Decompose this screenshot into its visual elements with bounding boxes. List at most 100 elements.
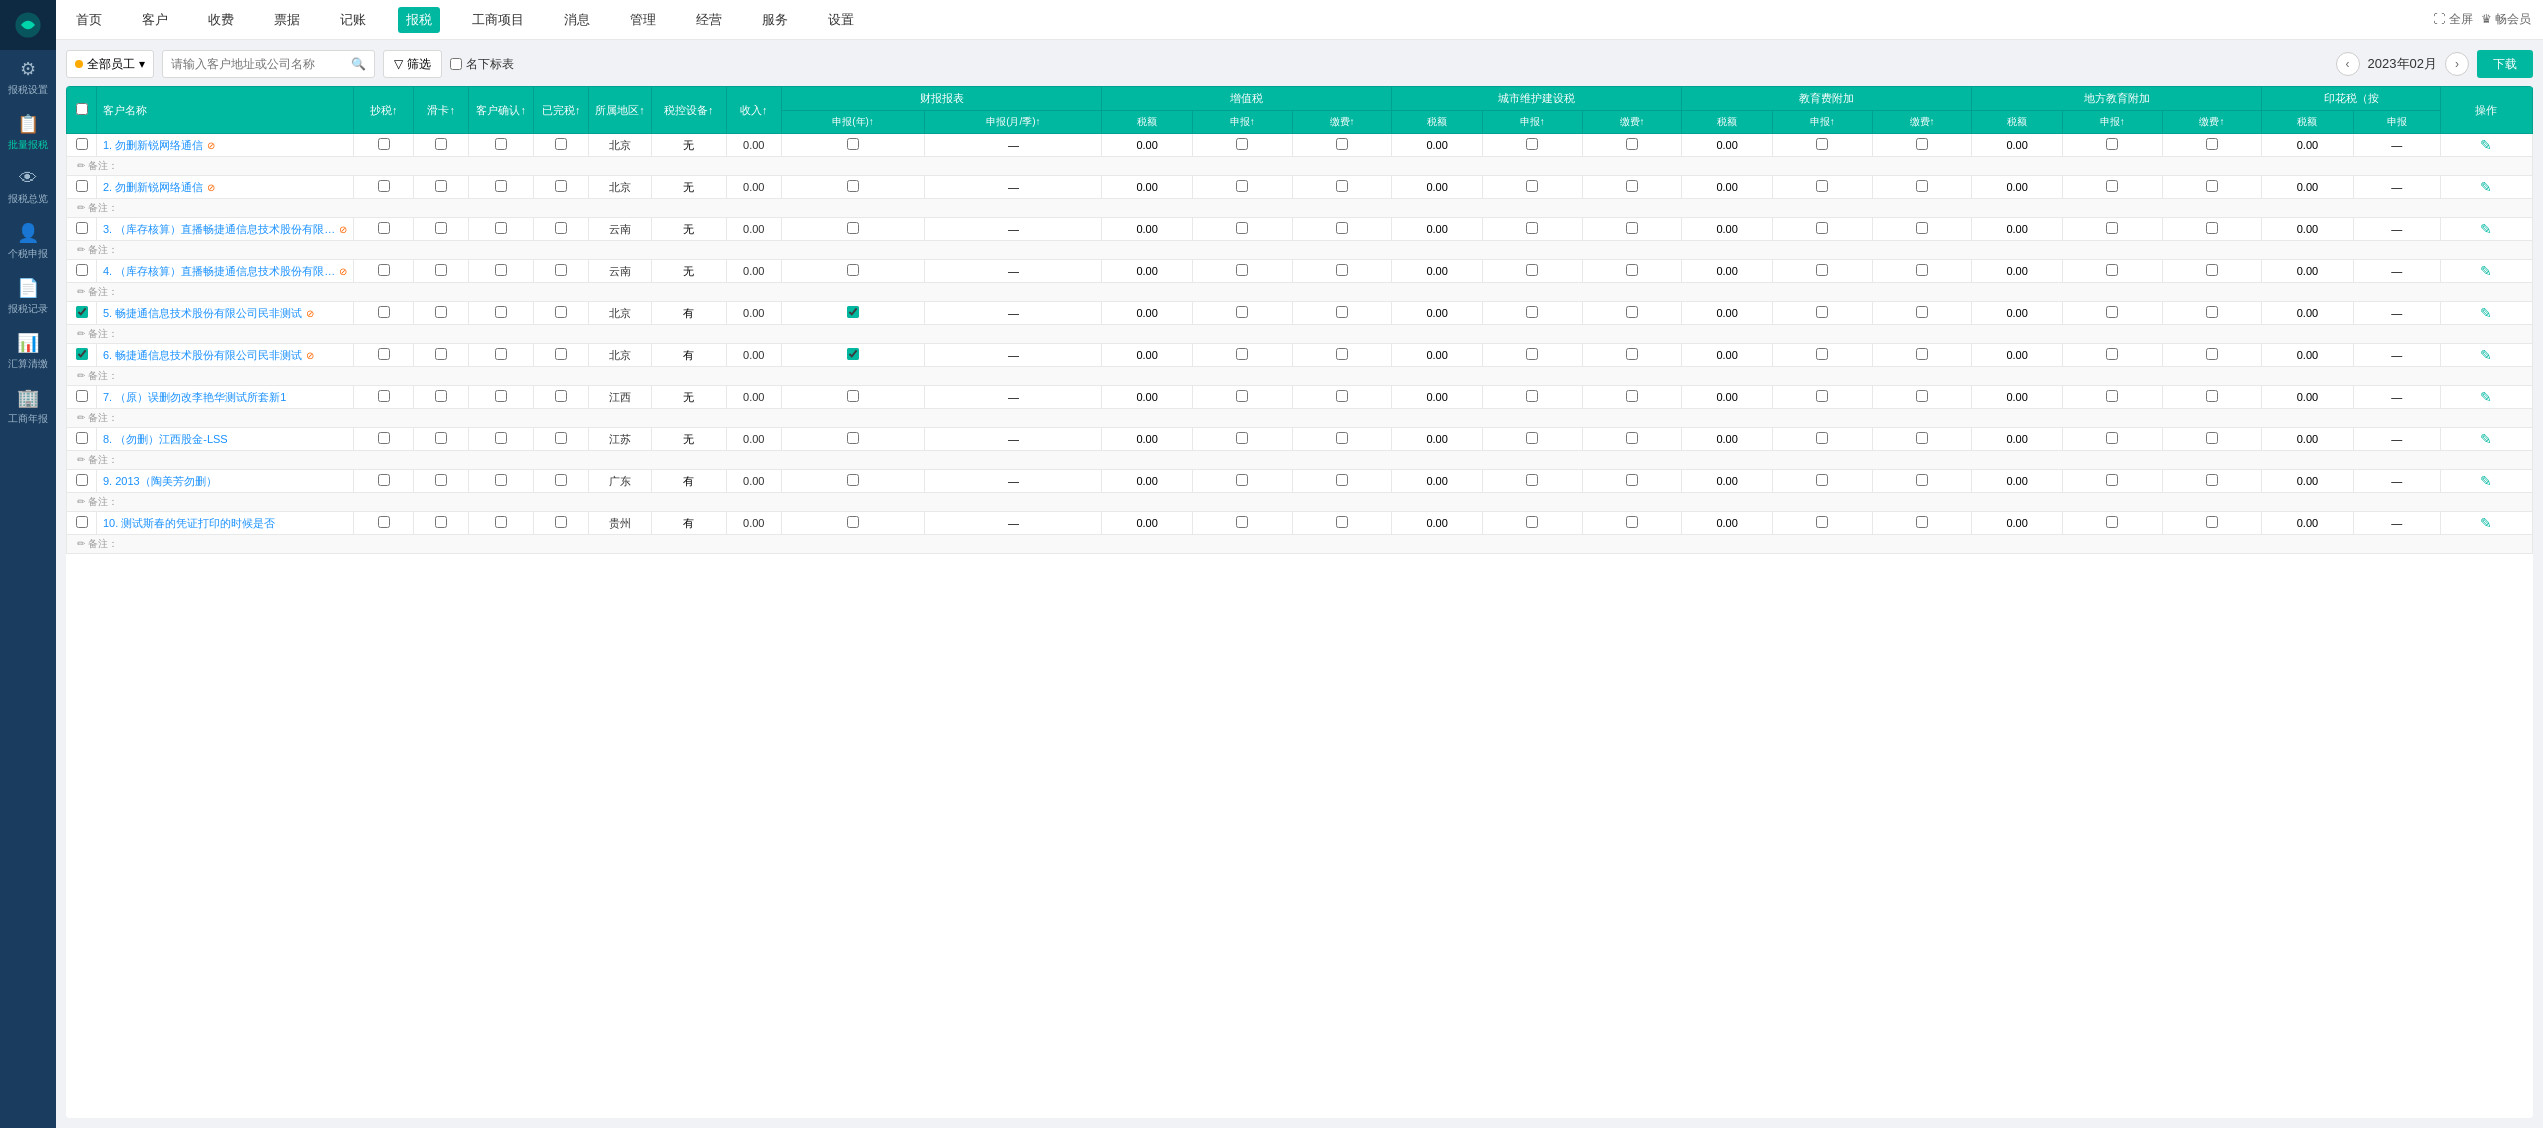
row-checkbox[interactable] [76,180,88,192]
nav-management[interactable]: 管理 [622,7,664,33]
chaoshui-checkbox[interactable] [378,180,390,192]
city-declare-checkbox[interactable] [1526,432,1538,444]
vat-declare-checkbox[interactable] [1236,516,1248,528]
huaka-checkbox[interactable] [435,390,447,402]
local-pay-checkbox[interactable] [2206,306,2218,318]
company-name-cell[interactable]: 7. （原）误删勿改李艳华测试所套新1 [97,386,354,409]
annual-checkbox[interactable] [847,264,859,276]
city-pay-checkbox[interactable] [1626,180,1638,192]
row-checkbox[interactable] [76,348,88,360]
row-checkbox[interactable] [76,222,88,234]
huaka-checkbox[interactable] [435,138,447,150]
edu-declare-checkbox[interactable] [1816,474,1828,486]
filed-checkbox[interactable] [555,306,567,318]
vat-pay-checkbox[interactable] [1336,390,1348,402]
sidebar-item-tax-records[interactable]: 📄 报税记录 [0,269,56,324]
vat-pay-checkbox[interactable] [1336,306,1348,318]
chaoshui-checkbox[interactable] [378,432,390,444]
city-declare-checkbox[interactable] [1526,474,1538,486]
sidebar-item-batch-tax[interactable]: 📋 批量报税 [0,105,56,160]
annual-checkbox[interactable] [847,432,859,444]
select-all-checkbox[interactable] [76,103,88,115]
edu-pay-checkbox[interactable] [1916,138,1928,150]
confirm-checkbox[interactable] [495,516,507,528]
confirm-checkbox[interactable] [495,180,507,192]
row-checkbox[interactable] [76,516,88,528]
chaoshui-checkbox[interactable] [378,474,390,486]
company-name-cell[interactable]: 9. 2013（陶美芳勿删） [97,470,354,493]
company-name-cell[interactable]: 1. 勿删新锐网络通信⊘ [97,134,354,157]
sidebar-item-tax-overview[interactable]: 👁 报税总览 [0,160,56,214]
vat-pay-checkbox[interactable] [1336,138,1348,150]
edu-pay-checkbox[interactable] [1916,264,1928,276]
list-checkbox[interactable] [450,58,462,70]
edit-action-icon[interactable]: ✎ [2480,389,2492,405]
confirm-checkbox[interactable] [495,474,507,486]
vat-declare-checkbox[interactable] [1236,222,1248,234]
nav-billing[interactable]: 收费 [200,7,242,33]
city-declare-checkbox[interactable] [1526,348,1538,360]
filter-button[interactable]: ▽ 筛选 [383,50,442,78]
filed-checkbox[interactable] [555,138,567,150]
edu-pay-checkbox[interactable] [1916,180,1928,192]
annual-checkbox[interactable] [847,390,859,402]
huaka-checkbox[interactable] [435,264,447,276]
edit-action-icon[interactable]: ✎ [2480,179,2492,195]
vat-pay-checkbox[interactable] [1336,264,1348,276]
vat-declare-checkbox[interactable] [1236,348,1248,360]
list-btn[interactable]: 名下标表 [450,56,514,73]
nav-settings[interactable]: 设置 [820,7,862,33]
chaoshui-checkbox[interactable] [378,306,390,318]
vat-declare-checkbox[interactable] [1236,264,1248,276]
edu-declare-checkbox[interactable] [1816,516,1828,528]
annual-checkbox[interactable] [847,138,859,150]
annual-checkbox[interactable] [847,348,859,360]
local-declare-checkbox[interactable] [2106,516,2118,528]
city-pay-checkbox[interactable] [1626,306,1638,318]
employee-select[interactable]: 全部员工 ▾ [66,50,154,78]
annual-checkbox[interactable] [847,180,859,192]
city-declare-checkbox[interactable] [1526,516,1538,528]
company-name-cell[interactable]: 4. （库存核算）直播畅捷通信息技术股份有限…⊘ [97,260,354,283]
city-pay-checkbox[interactable] [1626,390,1638,402]
edu-declare-checkbox[interactable] [1816,306,1828,318]
filed-checkbox[interactable] [555,432,567,444]
chaoshui-checkbox[interactable] [378,390,390,402]
edit-action-icon[interactable]: ✎ [2480,137,2492,153]
row-checkbox[interactable] [76,306,88,318]
city-declare-checkbox[interactable] [1526,180,1538,192]
filed-checkbox[interactable] [555,516,567,528]
edit-action-icon[interactable]: ✎ [2480,473,2492,489]
edu-pay-checkbox[interactable] [1916,432,1928,444]
vat-pay-checkbox[interactable] [1336,516,1348,528]
city-declare-checkbox[interactable] [1526,306,1538,318]
confirm-checkbox[interactable] [495,138,507,150]
vat-declare-checkbox[interactable] [1236,138,1248,150]
filed-checkbox[interactable] [555,264,567,276]
city-declare-checkbox[interactable] [1526,222,1538,234]
row-checkbox[interactable] [76,264,88,276]
annual-checkbox[interactable] [847,222,859,234]
filed-checkbox[interactable] [555,390,567,402]
edit-action-icon[interactable]: ✎ [2480,515,2492,531]
nav-messages[interactable]: 消息 [556,7,598,33]
city-declare-checkbox[interactable] [1526,390,1538,402]
row-checkbox[interactable] [76,432,88,444]
city-declare-checkbox[interactable] [1526,138,1538,150]
chaoshui-checkbox[interactable] [378,348,390,360]
local-declare-checkbox[interactable] [2106,180,2118,192]
edu-declare-checkbox[interactable] [1816,432,1828,444]
local-pay-checkbox[interactable] [2206,222,2218,234]
row-checkbox[interactable] [76,390,88,402]
nav-home[interactable]: 首页 [68,7,110,33]
fullscreen-btn[interactable]: ⛶ 全屏 [2433,11,2472,28]
huaka-checkbox[interactable] [435,306,447,318]
company-name-cell[interactable]: 2. 勿删新锐网络通信⊘ [97,176,354,199]
next-page-button[interactable]: › [2445,52,2469,76]
edu-declare-checkbox[interactable] [1816,264,1828,276]
local-declare-checkbox[interactable] [2106,432,2118,444]
nav-tax[interactable]: 报税 [398,7,440,33]
company-name-cell[interactable]: 8. （勿删）江西股金-LSS [97,428,354,451]
city-pay-checkbox[interactable] [1626,264,1638,276]
local-declare-checkbox[interactable] [2106,138,2118,150]
